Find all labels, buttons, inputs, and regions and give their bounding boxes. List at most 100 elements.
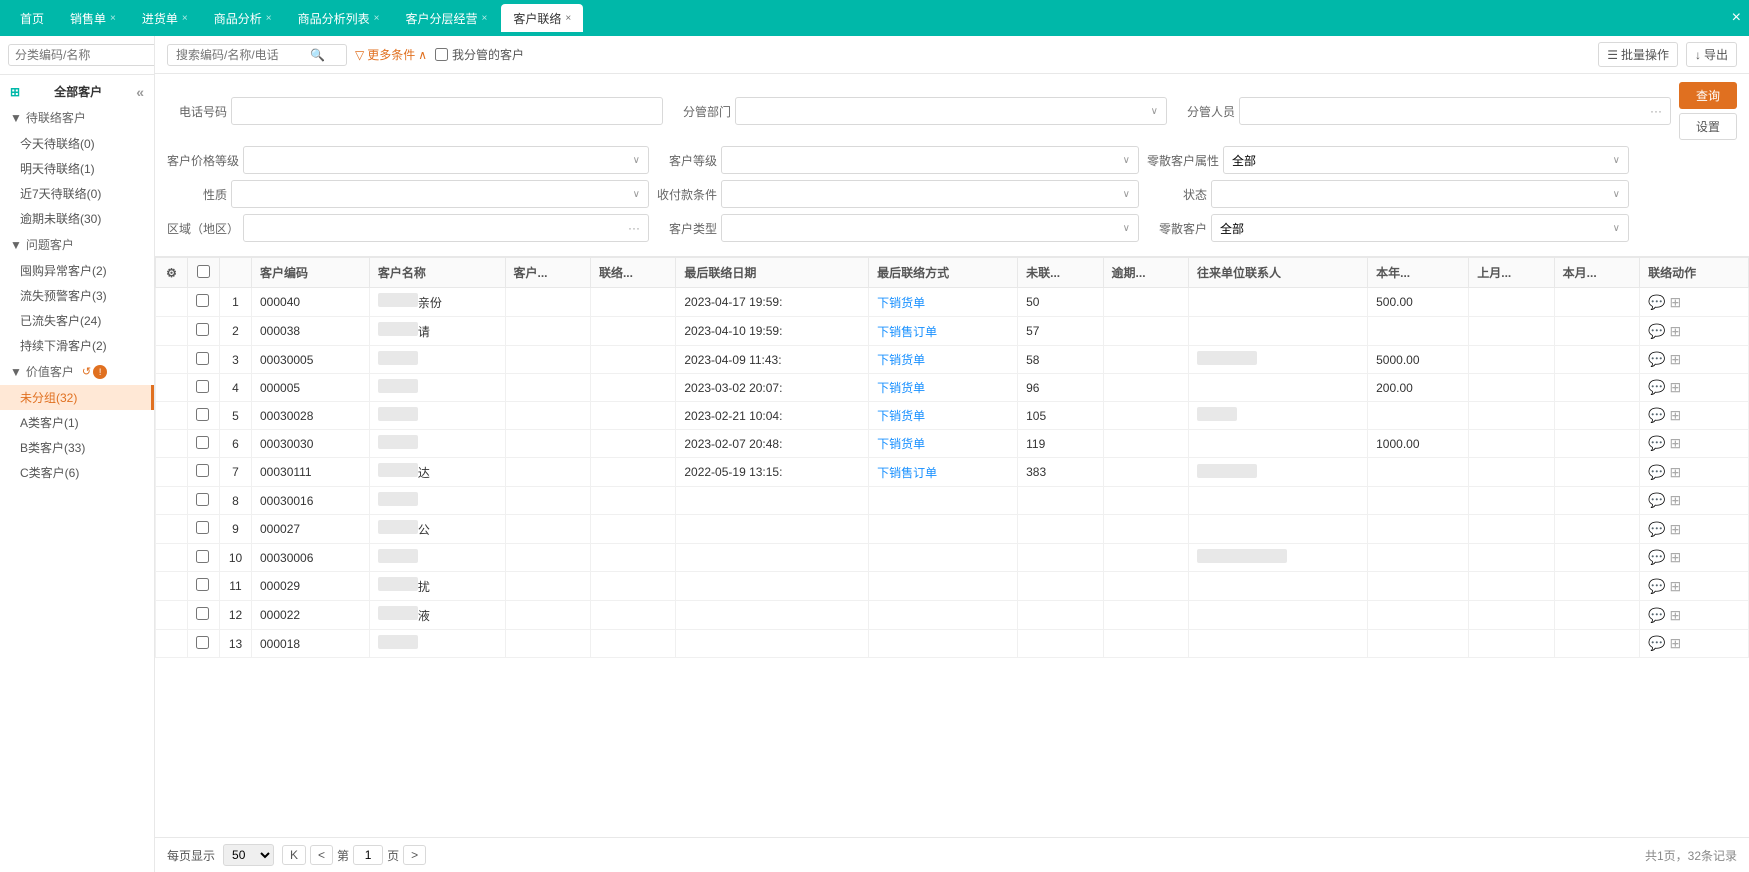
- grid-action-icon[interactable]: ⊞: [1670, 549, 1682, 566]
- message-icon[interactable]: 💬: [1648, 464, 1665, 481]
- filter-customer-level-select[interactable]: ∨: [721, 146, 1139, 174]
- row-checkbox[interactable]: [196, 636, 209, 649]
- grid-action-icon[interactable]: ⊞: [1670, 294, 1682, 311]
- home-tab[interactable]: 首页: [8, 10, 56, 27]
- grid-action-icon[interactable]: ⊞: [1670, 323, 1682, 340]
- row-checkbox[interactable]: [196, 550, 209, 563]
- contact-way-link[interactable]: 下销货单: [877, 437, 925, 451]
- filter-nature-select[interactable]: ∨: [231, 180, 649, 208]
- prev-page-button[interactable]: <: [310, 845, 333, 865]
- tab-customer-contact-close[interactable]: ×: [565, 13, 571, 24]
- contact-way-link[interactable]: 下销售订单: [877, 325, 937, 339]
- tab-goods-analysis-close[interactable]: ×: [266, 13, 272, 24]
- sidebar-item-today[interactable]: 今天待联络(0): [0, 131, 154, 156]
- message-icon[interactable]: 💬: [1648, 635, 1665, 652]
- sidebar-item-week[interactable]: 近7天待联络(0): [0, 181, 154, 206]
- query-button[interactable]: 查询: [1679, 82, 1737, 109]
- filter-status-select[interactable]: ∨: [1211, 180, 1629, 208]
- export-button[interactable]: ↓ 导出: [1686, 42, 1737, 67]
- sidebar-item-churned[interactable]: 已流失客户(24): [0, 308, 154, 333]
- refresh-value-icon[interactable]: ↺: [82, 365, 91, 378]
- message-icon[interactable]: 💬: [1648, 323, 1665, 340]
- th-settings[interactable]: ⚙: [156, 258, 188, 288]
- filter-phone-input[interactable]: [231, 97, 663, 125]
- filter-price-level-select[interactable]: ∨: [243, 146, 649, 174]
- row-checkbox[interactable]: [196, 408, 209, 421]
- sidebar-group-value[interactable]: ▼ 价值客户 ↺ !: [0, 358, 154, 385]
- tab-goods-list-close[interactable]: ×: [374, 13, 380, 24]
- message-icon[interactable]: 💬: [1648, 294, 1665, 311]
- message-icon[interactable]: 💬: [1648, 407, 1665, 424]
- grid-action-icon[interactable]: ⊞: [1670, 635, 1682, 652]
- filter-retail-select[interactable]: 全部∨: [1211, 214, 1629, 242]
- first-page-button[interactable]: K: [282, 845, 306, 865]
- collapse-sidebar-button[interactable]: «: [136, 84, 144, 100]
- batch-ops-button[interactable]: ☰ 批量操作: [1598, 42, 1678, 67]
- sidebar-item-class-c[interactable]: C类客户(6): [0, 460, 154, 485]
- search-icon[interactable]: 🔍: [310, 48, 325, 62]
- tab-sales-close[interactable]: ×: [110, 13, 116, 24]
- message-icon[interactable]: 💬: [1648, 435, 1665, 452]
- grid-action-icon[interactable]: ⊞: [1670, 578, 1682, 595]
- all-customers-label[interactable]: 全部客户: [54, 83, 102, 100]
- sidebar-item-ungroup[interactable]: 未分组(32): [0, 385, 154, 410]
- row-checkbox[interactable]: [196, 521, 209, 534]
- row-checkbox[interactable]: [196, 607, 209, 620]
- tab-purchase-close[interactable]: ×: [182, 13, 188, 24]
- contact-way-link[interactable]: 下销货单: [877, 353, 925, 367]
- filter-retail-attr-select[interactable]: 全部∨: [1223, 146, 1629, 174]
- grid-action-icon[interactable]: ⊞: [1670, 379, 1682, 396]
- reset-button[interactable]: 设置: [1679, 113, 1737, 140]
- grid-action-icon[interactable]: ⊞: [1670, 435, 1682, 452]
- row-checkbox[interactable]: [196, 323, 209, 336]
- sidebar-item-abnormal[interactable]: 囤购异常客户(2): [0, 258, 154, 283]
- select-all-checkbox[interactable]: [197, 265, 210, 278]
- message-icon[interactable]: 💬: [1648, 492, 1665, 509]
- message-icon[interactable]: 💬: [1648, 351, 1665, 368]
- message-icon[interactable]: 💬: [1648, 379, 1665, 396]
- sidebar-group-problem[interactable]: ▼ 问题客户: [0, 231, 154, 258]
- grid-action-icon[interactable]: ⊞: [1670, 464, 1682, 481]
- message-icon[interactable]: 💬: [1648, 578, 1665, 595]
- sidebar-group-pending[interactable]: ▼ 待联络客户: [0, 104, 154, 131]
- row-checkbox[interactable]: [196, 578, 209, 591]
- sidebar-item-tomorrow[interactable]: 明天待联络(1): [0, 156, 154, 181]
- grid-action-icon[interactable]: ⊞: [1670, 492, 1682, 509]
- grid-action-icon[interactable]: ⊞: [1670, 351, 1682, 368]
- grid-action-icon[interactable]: ⊞: [1670, 607, 1682, 624]
- search-input[interactable]: [176, 48, 306, 62]
- page-number-input[interactable]: [353, 845, 383, 865]
- contact-way-link[interactable]: 下销货单: [877, 296, 925, 310]
- filter-region-select[interactable]: ···: [243, 214, 649, 242]
- sidebar-search-input[interactable]: [8, 44, 155, 66]
- sidebar-item-class-b[interactable]: B类客户(33): [0, 435, 154, 460]
- grid-action-icon[interactable]: ⊞: [1670, 521, 1682, 538]
- contact-way-link[interactable]: 下销售订单: [877, 466, 937, 480]
- sidebar-item-churn-warn[interactable]: 流失预警客户(3): [0, 283, 154, 308]
- contact-way-link[interactable]: 下销货单: [877, 381, 925, 395]
- message-icon[interactable]: 💬: [1648, 549, 1665, 566]
- tab-sales[interactable]: 销售单 ×: [58, 4, 128, 32]
- filter-dept-select[interactable]: ∨: [735, 97, 1167, 125]
- filter-person-select[interactable]: ···: [1239, 97, 1671, 125]
- tab-goods-analysis[interactable]: 商品分析 ×: [202, 4, 284, 32]
- sidebar-item-class-a[interactable]: A类客户(1): [0, 410, 154, 435]
- tab-goods-list[interactable]: 商品分析列表 ×: [286, 4, 392, 32]
- page-size-select[interactable]: 50 100 200: [223, 844, 274, 866]
- row-checkbox[interactable]: [196, 352, 209, 365]
- next-page-button[interactable]: >: [403, 845, 426, 865]
- row-checkbox[interactable]: [196, 493, 209, 506]
- row-checkbox[interactable]: [196, 464, 209, 477]
- row-checkbox[interactable]: [196, 380, 209, 393]
- sidebar-item-declining[interactable]: 持续下滑客户(2): [0, 333, 154, 358]
- tab-customer-contact[interactable]: 客户联络 ×: [501, 4, 583, 32]
- contact-way-link[interactable]: 下销货单: [877, 409, 925, 423]
- tab-purchase[interactable]: 进货单 ×: [130, 4, 200, 32]
- filter-payment-select[interactable]: ∨: [721, 180, 1139, 208]
- tab-customer-segment[interactable]: 客户分层经营 ×: [393, 4, 499, 32]
- row-checkbox[interactable]: [196, 294, 209, 307]
- window-close-button[interactable]: ×: [1732, 9, 1741, 27]
- my-customers-checkbox[interactable]: [435, 48, 448, 61]
- sidebar-item-overdue[interactable]: 逾期未联络(30): [0, 206, 154, 231]
- tab-customer-segment-close[interactable]: ×: [481, 13, 487, 24]
